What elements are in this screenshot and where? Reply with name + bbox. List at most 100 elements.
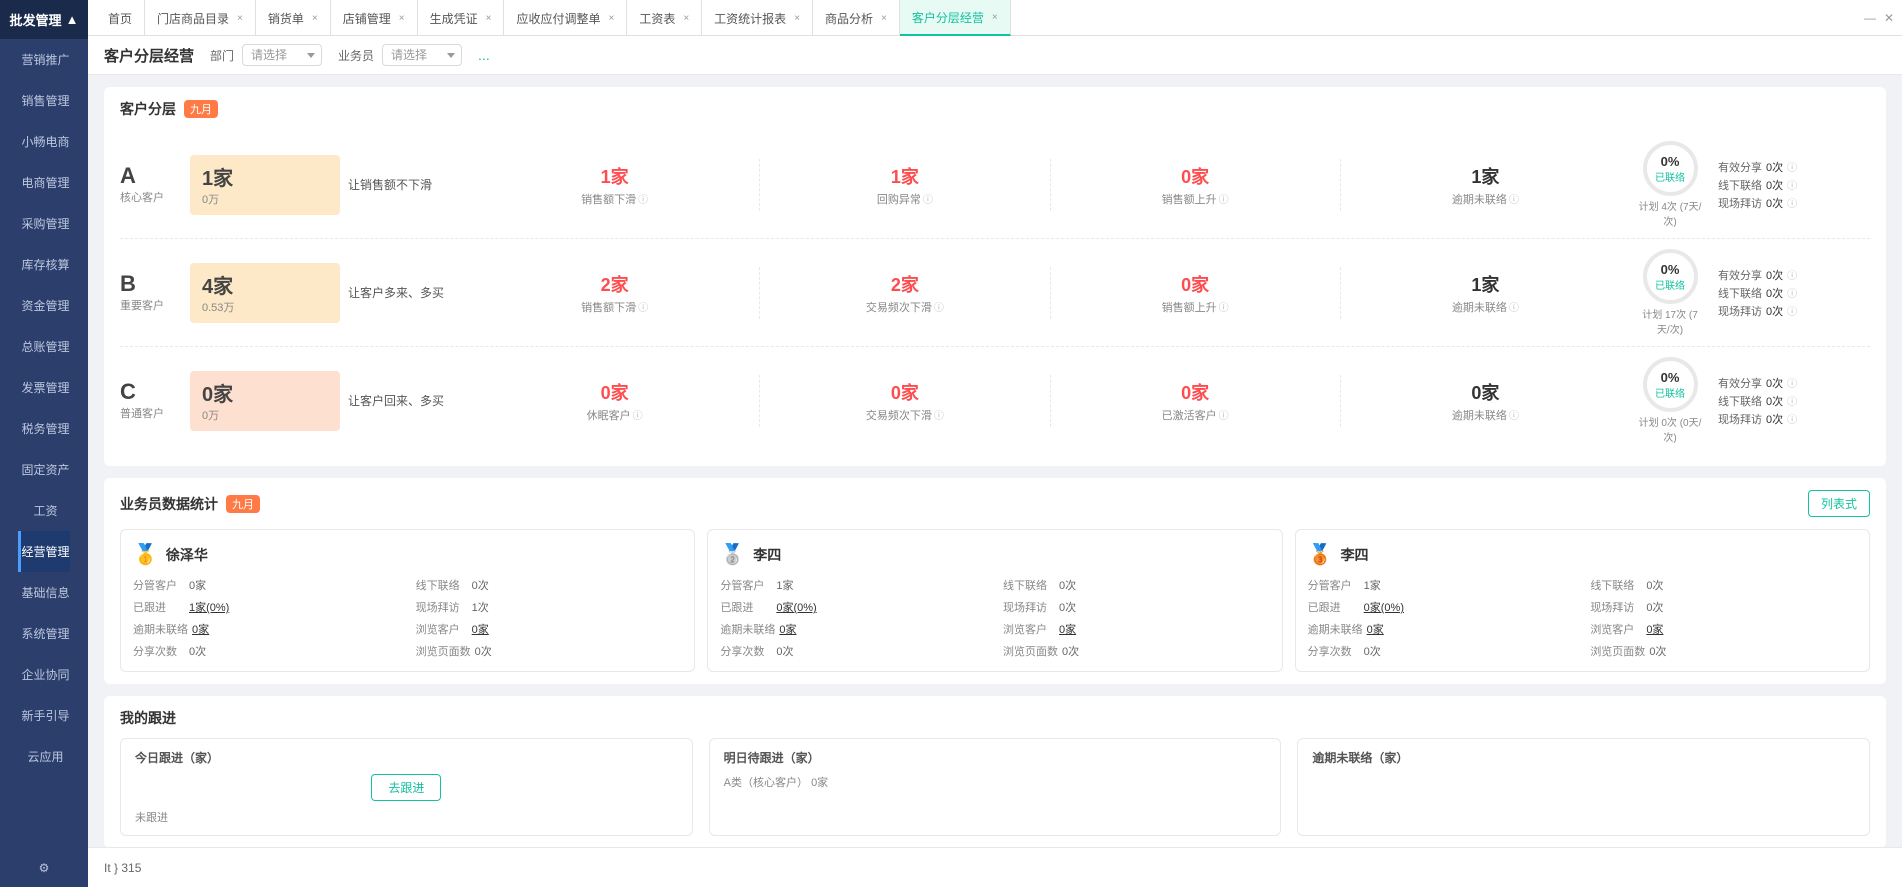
tab-close-3[interactable]: × xyxy=(399,13,405,24)
sidebar-item-5[interactable]: 库存核算 xyxy=(18,244,69,285)
stat-num-A-3: 1家 xyxy=(1471,163,1499,189)
tab-4[interactable]: 生成凭证× xyxy=(418,0,505,36)
sales-stat-label-0-6: 分享次数 xyxy=(133,643,185,659)
tier-right-stats-B: 有效分享 0次 ⓘ线下联络 0次 ⓘ现场拜访 0次 ⓘ xyxy=(1710,267,1870,319)
sidebar-item-17[interactable]: 云应用 xyxy=(18,736,69,777)
window-close-icon[interactable]: ✕ xyxy=(1884,11,1894,25)
customer-month-badge: 九月 xyxy=(184,100,218,118)
sales-stat-val-0-4[interactable]: 0家 xyxy=(192,621,209,637)
sales-stat-val-1-4[interactable]: 0家 xyxy=(779,621,796,637)
sidebar-item-8[interactable]: 发票管理 xyxy=(18,367,69,408)
sales-stat-2-5[interactable]: 浏览客户0家 xyxy=(1590,621,1857,637)
tab-close-2[interactable]: × xyxy=(312,13,318,24)
sales-stat-0-2[interactable]: 已跟进1家(0%) xyxy=(133,599,400,615)
sales-stat-val-2-5[interactable]: 0家 xyxy=(1646,621,1663,637)
sidebar-item-1[interactable]: 销售管理 xyxy=(18,80,69,121)
follow-section-title: 我的跟进 xyxy=(120,708,1870,728)
follow-sub-0: 未跟进 xyxy=(135,809,678,825)
sidebar-item-14[interactable]: 系统管理 xyxy=(18,613,69,654)
stat-item-A-3[interactable]: 1家逾期未联络 ⓘ xyxy=(1341,159,1630,211)
follow-card-0: 今日跟进（家）去跟进未跟进 xyxy=(120,738,693,836)
tab-8[interactable]: 商品分析× xyxy=(813,0,900,36)
stat-item-A-1[interactable]: 1家回购异常 ⓘ xyxy=(760,159,1050,211)
tab-0[interactable]: 首页 xyxy=(96,0,145,36)
stat-item-C-0[interactable]: 0家休眠客户 ⓘ xyxy=(470,375,760,427)
customer-section-title: 客户分层 xyxy=(120,99,176,119)
sales-select[interactable]: 请选择 xyxy=(382,44,462,66)
tab-close-1[interactable]: × xyxy=(237,13,243,24)
sales-stat-val-1-2[interactable]: 0家(0%) xyxy=(776,599,816,615)
sidebar-item-13[interactable]: 基础信息 xyxy=(18,572,69,613)
right-stat-label-C-0: 有效分享 xyxy=(1718,375,1762,391)
info-icon-C-2: ⓘ xyxy=(1219,407,1229,422)
more-button[interactable]: ... xyxy=(478,47,490,63)
stat-item-B-1[interactable]: 2家交易频次下滑 ⓘ xyxy=(760,267,1050,319)
tier-count-box-A: 1家0万 xyxy=(190,155,340,215)
sidebar-item-3[interactable]: 电商管理 xyxy=(18,162,69,203)
tab-close-6[interactable]: × xyxy=(683,13,689,24)
circle-plan-A: 计划 4次 (7天/次) xyxy=(1638,198,1702,228)
sidebar-item-16[interactable]: 新手引导 xyxy=(18,695,69,736)
stat-item-C-2[interactable]: 0家已激活客户 ⓘ xyxy=(1051,375,1341,427)
right-stat-row-A-1: 线下联络 0次 ⓘ xyxy=(1718,177,1862,193)
stat-item-C-1[interactable]: 0家交易频次下滑 ⓘ xyxy=(760,375,1050,427)
sidebar-item-9[interactable]: 税务管理 xyxy=(18,408,69,449)
stat-item-B-2[interactable]: 0家销售额上升 ⓘ xyxy=(1051,267,1341,319)
tab-close-9[interactable]: × xyxy=(992,12,998,23)
tab-label-2: 销货单 xyxy=(268,10,304,27)
sales-stat-1-4[interactable]: 逾期未联络0家 xyxy=(720,621,987,637)
sales-stat-val-1-5[interactable]: 0家 xyxy=(1059,621,1076,637)
tab-3[interactable]: 店铺管理× xyxy=(331,0,418,36)
sidebar-item-6[interactable]: 资金管理 xyxy=(18,285,69,326)
tier-row-C: C普通客户0家0万让客户回来、多买0家休眠客户 ⓘ0家交易频次下滑 ⓘ0家已激活… xyxy=(120,347,1870,454)
sales-stat-val-0-2[interactable]: 1家(0%) xyxy=(189,599,229,615)
tab-1[interactable]: 门店商品目录× xyxy=(145,0,256,36)
sales-stat-0-4[interactable]: 逾期未联络0家 xyxy=(133,621,400,637)
circle-plan-C: 计划 0次 (0天/次) xyxy=(1638,414,1702,444)
dept-select[interactable]: 请选择 xyxy=(242,44,322,66)
sales-stat-val-2-2[interactable]: 0家(0%) xyxy=(1364,599,1404,615)
sidebar-item-11[interactable]: 工资 xyxy=(18,490,69,531)
stat-label-B-2: 销售额上升 ⓘ xyxy=(1162,299,1229,315)
tab-2[interactable]: 销货单 × xyxy=(256,0,331,36)
sales-stat-1-5[interactable]: 浏览客户0家 xyxy=(1003,621,1270,637)
sales-stat-val-1-7: 0次 xyxy=(1062,643,1079,659)
sidebar-top[interactable]: 批发管理 ▲ xyxy=(0,0,88,39)
tab-close-8[interactable]: × xyxy=(881,13,887,24)
tab-close-4[interactable]: × xyxy=(486,13,492,24)
stat-item-A-0[interactable]: 1家销售额下滑 ⓘ xyxy=(470,159,760,211)
list-view-button[interactable]: 列表式 xyxy=(1808,490,1870,517)
sidebar-item-7[interactable]: 总账管理 xyxy=(18,326,69,367)
sales-stat-2-2[interactable]: 已跟进0家(0%) xyxy=(1308,599,1575,615)
sidebar-top-label: 批发管理 xyxy=(10,10,62,29)
sidebar-item-4[interactable]: 采购管理 xyxy=(18,203,69,244)
sales-stat-val-2-4[interactable]: 0家 xyxy=(1367,621,1384,637)
stat-item-C-3[interactable]: 0家逾期未联络 ⓘ xyxy=(1341,375,1630,427)
window-minimize-icon[interactable]: — xyxy=(1864,11,1876,25)
tab-9[interactable]: 客户分层经营× xyxy=(900,0,1011,36)
tab-7[interactable]: 工资统计报表× xyxy=(702,0,813,36)
tab-close-7[interactable]: × xyxy=(794,13,800,24)
sidebar: 批发管理 ▲ 营销推广销售管理小畅电商电商管理采购管理库存核算资金管理总账管理发… xyxy=(0,0,88,887)
sales-stat-1-2[interactable]: 已跟进0家(0%) xyxy=(720,599,987,615)
tab-5[interactable]: 应收应付调整单× xyxy=(504,0,627,36)
sidebar-item-2[interactable]: 小畅电商 xyxy=(18,121,69,162)
info-icon-C-3: ⓘ xyxy=(1509,407,1519,422)
sales-stat-0-5[interactable]: 浏览客户0家 xyxy=(416,621,683,637)
sidebar-settings[interactable]: ⚙ xyxy=(0,849,88,887)
stat-item-A-2[interactable]: 0家销售额上升 ⓘ xyxy=(1051,159,1341,211)
goto-button-0[interactable]: 去跟进 xyxy=(371,774,441,801)
sidebar-item-15[interactable]: 企业协同 xyxy=(18,654,69,695)
stat-item-B-3[interactable]: 1家逾期未联络 ⓘ xyxy=(1341,267,1630,319)
sidebar-item-12[interactable]: 经营管理 xyxy=(18,531,69,572)
tier-name-A: 核心客户 xyxy=(120,189,190,205)
sales-stat-val-0-5[interactable]: 0家 xyxy=(472,621,489,637)
stat-num-B-3: 1家 xyxy=(1471,271,1499,297)
sidebar-item-10[interactable]: 固定资产 xyxy=(18,449,69,490)
sidebar-item-0[interactable]: 营销推广 xyxy=(18,39,69,80)
sales-stat-2-4[interactable]: 逾期未联络0家 xyxy=(1308,621,1575,637)
stat-item-B-0[interactable]: 2家销售额下滑 ⓘ xyxy=(470,267,760,319)
sales-stat-0-3: 现场拜访1次 xyxy=(416,599,683,615)
tab-6[interactable]: 工资表× xyxy=(627,0,702,36)
tab-close-5[interactable]: × xyxy=(608,13,614,24)
